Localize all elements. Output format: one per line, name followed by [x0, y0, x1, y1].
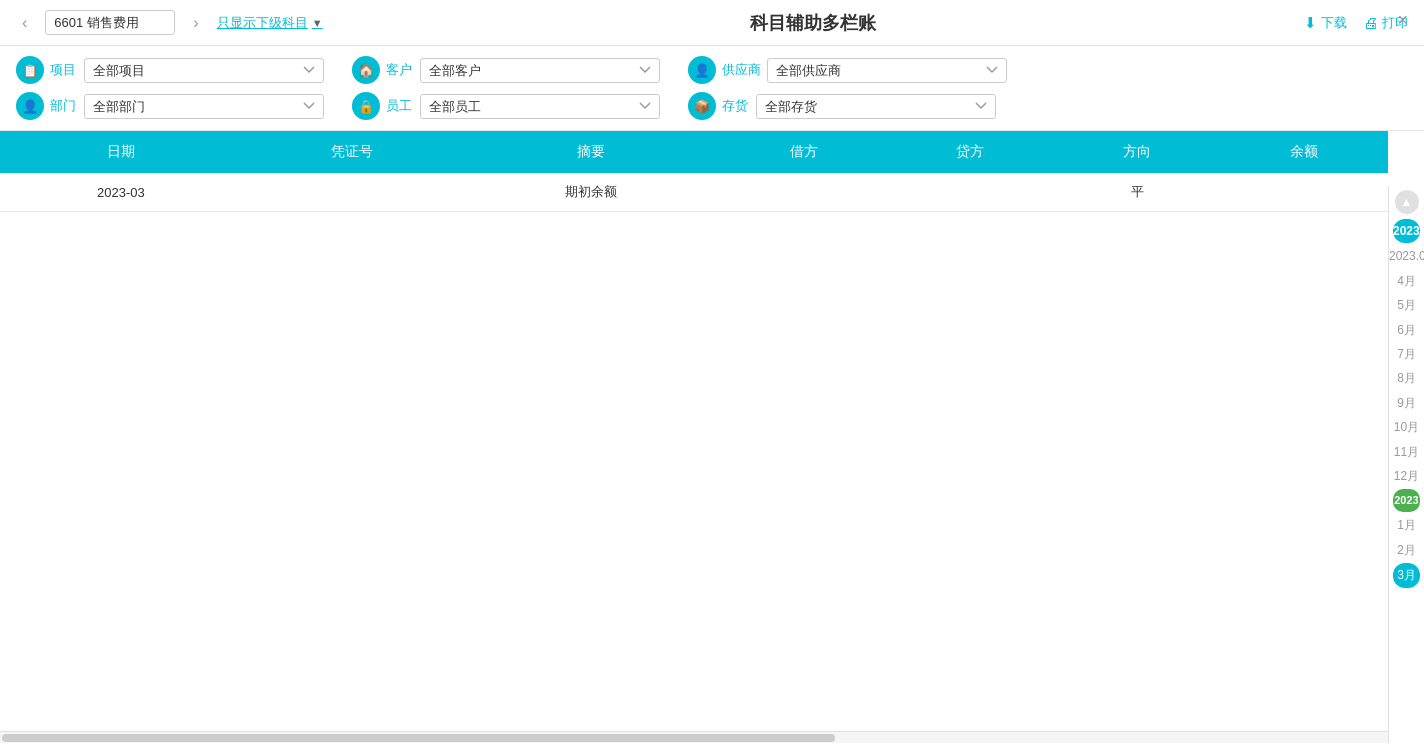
cell-balance	[1221, 173, 1388, 212]
col-balance: 余额	[1221, 131, 1388, 173]
timeline-item[interactable]: 6月	[1389, 318, 1424, 342]
download-icon: ⬇︎	[1304, 14, 1317, 32]
col-date: 日期	[0, 131, 242, 173]
timeline-item[interactable]: 10月	[1389, 415, 1424, 439]
toolbar-actions: ⬇︎ 下载 🖨 打印	[1304, 14, 1408, 32]
employee-icon: 🔒	[352, 92, 380, 120]
timeline-item[interactable]: 5月	[1389, 293, 1424, 317]
inventory-label: 存货	[722, 97, 750, 115]
filter-item-customer: 🏠 客户 全部客户	[352, 56, 660, 84]
department-label: 部门	[50, 97, 78, 115]
main-container: ‹ › 只显示下级科目 ▼ 科目辅助多栏账 ⬇︎ 下载 🖨 打印 × �	[0, 0, 1424, 752]
timeline-item[interactable]: 2023.03	[1393, 219, 1420, 243]
cell-voucher	[242, 173, 462, 212]
inventory-icon: 📦	[688, 92, 716, 120]
inventory-select[interactable]: 全部存货	[756, 94, 996, 119]
timeline-item[interactable]: 1月	[1389, 513, 1424, 537]
timeline-item[interactable]: 7月	[1389, 342, 1424, 366]
chevron-down-icon: ▼	[312, 17, 323, 29]
project-label: 项目	[50, 61, 78, 79]
nav-prev-button[interactable]: ‹	[16, 12, 33, 34]
table-header-row: 日期 凭证号 摘要 借方 贷方 方向 余额	[0, 131, 1388, 173]
timeline-items: 2023.032023.034月5月6月7月8月9月10月11月12月20231…	[1389, 218, 1424, 743]
main-table: 日期 凭证号 摘要 借方 贷方 方向 余额 2023-03 期初余额	[0, 131, 1388, 212]
timeline-scroll-up-button[interactable]: ▲	[1395, 190, 1419, 214]
employee-select[interactable]: 全部员工	[420, 94, 660, 119]
customer-select[interactable]: 全部客户	[420, 58, 660, 83]
col-debit: 借方	[720, 131, 887, 173]
nav-next-button[interactable]: ›	[187, 12, 204, 34]
show-sub-button[interactable]: 只显示下级科目 ▼	[217, 14, 323, 32]
timeline-item[interactable]: 3月	[1393, 563, 1420, 587]
show-sub-label: 只显示下级科目	[217, 14, 308, 32]
filter-item-inventory: 📦 存货 全部存货	[688, 92, 996, 120]
supplier-icon: 👤	[688, 56, 716, 84]
filter-row-2: 👤 部门 全部部门 🔒 员工 全部员工 📦 存货	[16, 92, 1408, 120]
employee-label: 员工	[386, 97, 414, 115]
department-icon: 👤	[16, 92, 44, 120]
timeline-sidebar: ▲ 2023.032023.034月5月6月7月8月9月10月11月12月202…	[1388, 186, 1424, 743]
cell-credit	[887, 173, 1054, 212]
timeline-item[interactable]: 9月	[1389, 391, 1424, 415]
close-button[interactable]: ×	[1397, 10, 1408, 31]
timeline-item[interactable]: 11月	[1389, 440, 1424, 464]
download-label: 下载	[1321, 14, 1347, 32]
filter-row-1: 📋 项目 全部项目 🏠 客户 全部客户 👤 供应商	[16, 56, 1408, 84]
timeline-item[interactable]: 4月	[1389, 269, 1424, 293]
timeline-item[interactable]: 12月	[1389, 464, 1424, 488]
customer-label: 客户	[386, 61, 414, 79]
chevron-up-icon: ▲	[1401, 195, 1413, 209]
table-and-timeline: 日期 凭证号 摘要 借方 贷方 方向 余额 2023-03 期初余额	[0, 131, 1424, 743]
filter-item-department: 👤 部门 全部部门	[16, 92, 324, 120]
cell-date: 2023-03	[0, 173, 242, 212]
supplier-select[interactable]: 全部供应商	[767, 58, 1007, 83]
download-button[interactable]: ⬇︎ 下载	[1304, 14, 1347, 32]
filter-item-employee: 🔒 员工 全部员工	[352, 92, 660, 120]
timeline-item[interactable]: 2023	[1393, 489, 1420, 512]
table-row: 2023-03 期初余额 平	[0, 173, 1388, 212]
supplier-label: 供应商	[722, 61, 761, 79]
col-voucher: 凭证号	[242, 131, 462, 173]
page-title: 科目辅助多栏账	[335, 11, 1292, 35]
filter-area: 📋 项目 全部项目 🏠 客户 全部客户 👤 供应商	[0, 46, 1424, 131]
department-select[interactable]: 全部部门	[84, 94, 324, 119]
col-direction: 方向	[1054, 131, 1221, 173]
header-bar: ‹ › 只显示下级科目 ▼ 科目辅助多栏账 ⬇︎ 下载 🖨 打印 ×	[0, 0, 1424, 46]
filter-item-project: 📋 项目 全部项目	[16, 56, 324, 84]
cell-summary: 期初余额	[462, 173, 720, 212]
filter-item-supplier: 👤 供应商 全部供应商	[688, 56, 1007, 84]
customer-icon: 🏠	[352, 56, 380, 84]
timeline-item[interactable]: 2月	[1389, 538, 1424, 562]
content-area: 📋 项目 全部项目 🏠 客户 全部客户 👤 供应商	[0, 46, 1424, 743]
cell-direction: 平	[1054, 173, 1221, 212]
timeline-item[interactable]: 2023.03	[1389, 244, 1424, 268]
timeline-item[interactable]: 8月	[1389, 366, 1424, 390]
cell-debit	[720, 173, 887, 212]
bottom-scrollbar[interactable]	[0, 731, 1388, 743]
project-icon: 📋	[16, 56, 44, 84]
print-icon: 🖨	[1363, 14, 1378, 31]
project-select[interactable]: 全部项目	[84, 58, 324, 83]
table-container[interactable]: 日期 凭证号 摘要 借方 贷方 方向 余额 2023-03 期初余额	[0, 131, 1424, 705]
account-code-input[interactable]	[45, 10, 175, 35]
col-summary: 摘要	[462, 131, 720, 173]
scrollbar-thumb	[2, 734, 835, 742]
col-credit: 贷方	[887, 131, 1054, 173]
